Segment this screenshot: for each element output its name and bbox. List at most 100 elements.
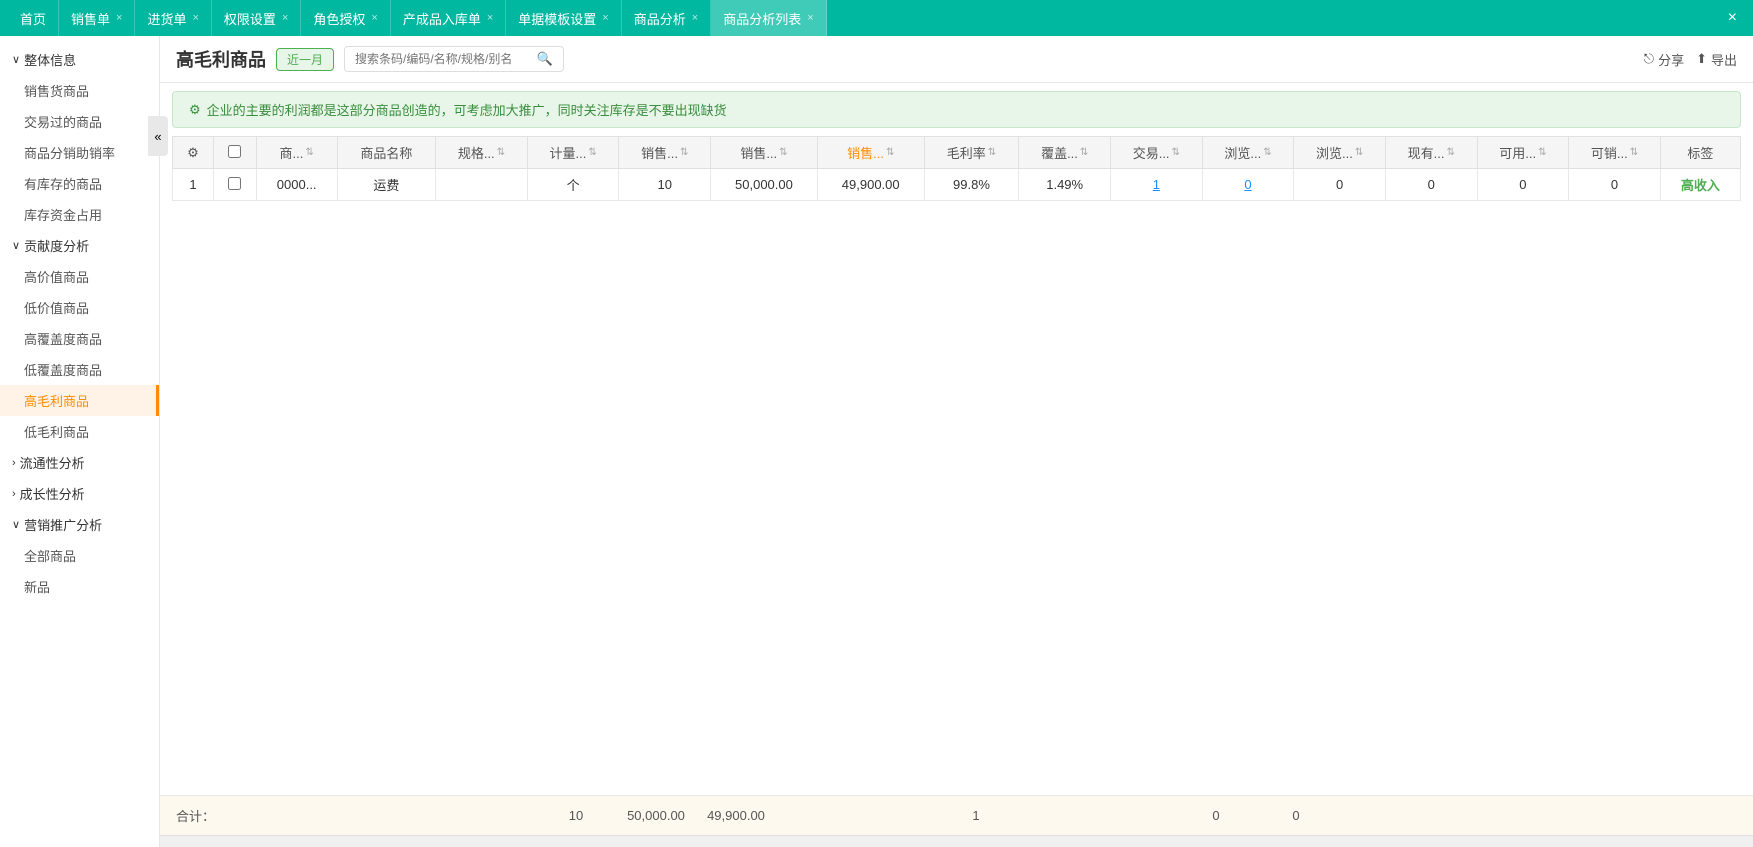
cell-browse1: 0 — [1202, 169, 1294, 201]
info-banner: ⚙ 企业的主要的利润都是这部分商品创造的，可考虑加大推广，同时关注库存是不要出现… — [172, 91, 1741, 128]
nav-tab-permission[interactable]: 权限设置 × — [212, 0, 301, 36]
cell-browse2: 0 — [1294, 169, 1386, 201]
chevron-down-icon: ∨ — [12, 53, 20, 66]
chevron-down-icon: ∨ — [12, 518, 20, 531]
sort-icon[interactable]: ⇅ — [1630, 147, 1638, 158]
sidebar-item-low-value[interactable]: 低价值商品 — [0, 292, 159, 323]
sort-icon[interactable]: ⇅ — [1538, 147, 1546, 158]
close-icon[interactable]: × — [282, 12, 288, 24]
sort-icon[interactable]: ⇅ — [680, 147, 688, 158]
table-wrapper: ⚙ 商...⇅ 商品名称 规格...⇅ 计量...⇅ 销售...⇅ 销售...⇅… — [172, 136, 1741, 795]
footer-transactions-total: 1 — [936, 808, 1016, 823]
col-tag: 标签 — [1660, 137, 1740, 169]
cell-sales3: 49,900.00 — [817, 169, 924, 201]
sidebar-group-marketing[interactable]: ∨ 营销推广分析 — [0, 509, 159, 540]
sort-icon[interactable]: ⇅ — [1172, 147, 1180, 158]
search-input[interactable] — [355, 52, 531, 66]
col-gross-rate: 毛利率⇅ — [924, 137, 1019, 169]
sidebar: ∨ 整体信息 销售货商品 交易过的商品 商品分销助销率 有库存的商品 库存资金占… — [0, 36, 160, 847]
browse1-link[interactable]: 0 — [1244, 177, 1251, 192]
transactions-link[interactable]: 1 — [1153, 177, 1160, 192]
header-actions: ⎋ 分享 ⬆ 导出 — [1644, 50, 1737, 69]
search-box: 🔍 — [344, 46, 564, 72]
footer-sales1-total: 10 — [536, 808, 616, 823]
sidebar-group-contribution[interactable]: ∨ 贡献度分析 — [0, 230, 159, 261]
select-all-checkbox[interactable] — [228, 145, 241, 158]
col-sellable: 可销...⇅ — [1569, 137, 1661, 169]
sidebar-item-high-coverage[interactable]: 高覆盖度商品 — [0, 323, 159, 354]
sidebar-group-growth[interactable]: › 成长性分析 — [0, 478, 159, 509]
share-button[interactable]: ⎋ 分享 — [1644, 50, 1684, 69]
cell-code: 0000... — [256, 169, 337, 201]
table-header-row: ⚙ 商...⇅ 商品名称 规格...⇅ 计量...⇅ 销售...⇅ 销售...⇅… — [173, 137, 1741, 169]
sidebar-item-traded-goods[interactable]: 交易过的商品 — [0, 106, 159, 137]
sort-icon[interactable]: ⇅ — [497, 147, 505, 158]
cell-sales2: 50,000.00 — [711, 169, 818, 201]
sidebar-item-low-coverage[interactable]: 低覆盖度商品 — [0, 354, 159, 385]
close-icon[interactable]: × — [487, 12, 493, 24]
cell-tag: 高收入 — [1660, 169, 1740, 201]
sort-icon[interactable]: ⇅ — [779, 147, 787, 158]
col-checkbox[interactable] — [213, 137, 256, 169]
footer-stock-total: 0 — [1176, 808, 1256, 823]
horizontal-scrollbar[interactable] — [160, 835, 1753, 847]
close-icon[interactable]: × — [192, 12, 198, 24]
footer-totals: 合计： 10 50,000.00 49,900.00 1 0 0 — [160, 795, 1753, 835]
sidebar-item-high-value[interactable]: 高价值商品 — [0, 261, 159, 292]
row-checkbox[interactable] — [228, 177, 241, 190]
sort-icon[interactable]: ⇅ — [988, 147, 996, 158]
nav-tab-home[interactable]: 首页 — [8, 0, 59, 36]
nav-tab-product-analysis-list[interactable]: 商品分析列表 × — [711, 0, 826, 36]
info-icon: ⚙ — [189, 102, 201, 118]
close-icon[interactable]: × — [116, 12, 122, 24]
sort-icon[interactable]: ⇅ — [1446, 147, 1454, 158]
sidebar-item-all-goods[interactable]: 全部商品 — [0, 540, 159, 571]
sidebar-item-sales-goods[interactable]: 销售货商品 — [0, 75, 159, 106]
sort-icon[interactable]: ⇅ — [305, 147, 313, 158]
export-button[interactable]: ⬆ 导出 — [1696, 50, 1737, 69]
close-icon[interactable]: × — [807, 12, 813, 24]
cell-name: 运费 — [337, 169, 435, 201]
nav-tab-purchase[interactable]: 进货单 × — [135, 0, 211, 36]
col-browse1: 浏览...⇅ — [1202, 137, 1294, 169]
sidebar-item-inventory-capital[interactable]: 库存资金占用 — [0, 199, 159, 230]
export-icon: ⬆ — [1696, 51, 1707, 67]
nav-tab-role[interactable]: 角色授权 × — [301, 0, 390, 36]
sidebar-item-low-margin[interactable]: 低毛利商品 — [0, 416, 159, 447]
sidebar-group-liquidity[interactable]: › 流通性分析 — [0, 447, 159, 478]
sidebar-item-high-margin[interactable]: 高毛利商品 — [0, 385, 159, 416]
cell-index: 1 — [173, 169, 214, 201]
main-layout: ∨ 整体信息 销售货商品 交易过的商品 商品分销助销率 有库存的商品 库存资金占… — [0, 36, 1753, 847]
nav-tab-sales[interactable]: 销售单 × — [59, 0, 135, 36]
chevron-down-icon: ∨ — [12, 239, 20, 252]
close-icon[interactable]: × — [371, 12, 377, 24]
sort-icon[interactable]: ⇅ — [886, 147, 894, 158]
table-row: 1 0000... 运费 个 10 50,000.00 49,900.00 99… — [173, 169, 1741, 201]
nav-tab-product-inbound[interactable]: 产成品入库单 × — [391, 0, 506, 36]
sidebar-item-in-stock-goods[interactable]: 有库存的商品 — [0, 168, 159, 199]
content-header: 高毛利商品 近一月 🔍 ⎋ 分享 ⬆ 导出 — [160, 36, 1753, 83]
nav-tab-template[interactable]: 单据模板设置 × — [506, 0, 621, 36]
sort-icon[interactable]: ⇅ — [1263, 147, 1271, 158]
cell-coverage: 1.49% — [1019, 169, 1111, 201]
cell-checkbox[interactable] — [213, 169, 256, 201]
sidebar-group-overall[interactable]: ∨ 整体信息 — [0, 44, 159, 75]
col-settings[interactable]: ⚙ — [173, 137, 214, 169]
close-icon[interactable]: × — [602, 12, 608, 24]
nav-tab-product-analysis[interactable]: 商品分析 × — [622, 0, 711, 36]
sidebar-item-new-products[interactable]: 新品 — [0, 571, 159, 602]
col-unit: 计量...⇅ — [527, 137, 619, 169]
sort-icon[interactable]: ⇅ — [1355, 147, 1363, 158]
sort-icon[interactable]: ⇅ — [588, 147, 596, 158]
cell-spec — [436, 169, 528, 201]
sort-icon[interactable]: ⇅ — [1080, 147, 1088, 158]
top-nav-bar: 首页 销售单 × 进货单 × 权限设置 × 角色授权 × 产成品入库单 × 单据… — [0, 0, 1753, 36]
close-all-tabs-button[interactable]: × — [1720, 9, 1745, 27]
sidebar-item-distribution-rate[interactable]: 商品分销助销率 — [0, 137, 159, 168]
cell-sellable: 0 — [1569, 169, 1661, 201]
search-icon[interactable]: 🔍 — [537, 51, 553, 67]
col-available: 可用...⇅ — [1477, 137, 1569, 169]
filter-period-button[interactable]: 近一月 — [276, 48, 334, 71]
close-icon[interactable]: × — [692, 12, 698, 24]
sidebar-collapse-button[interactable]: « — [148, 116, 168, 156]
